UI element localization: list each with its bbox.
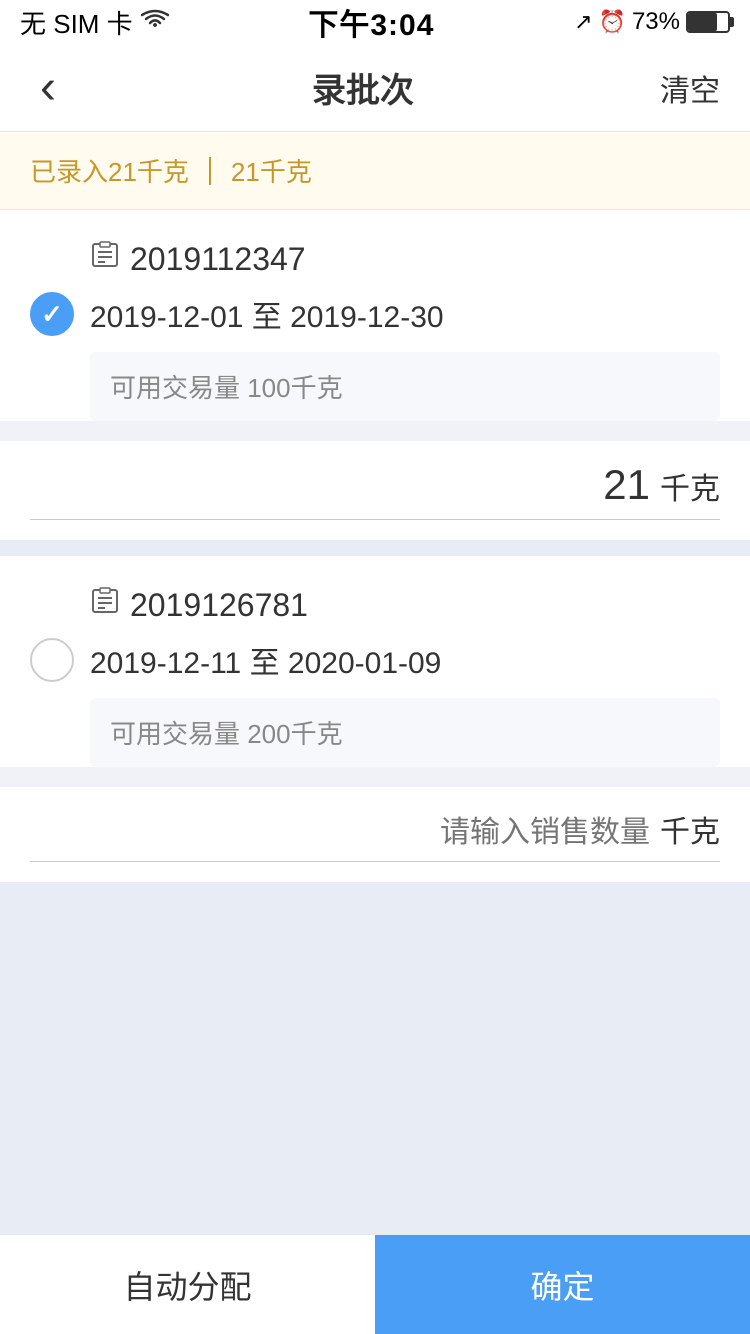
location-icon: ↗ [574, 9, 592, 35]
alarm-icon: ⏰ [599, 9, 626, 35]
back-button[interactable]: ‹ [30, 50, 66, 125]
auto-distribute-button[interactable]: 自动分配 [0, 1235, 375, 1334]
battery-icon [686, 11, 730, 33]
clear-button[interactable]: 清空 [660, 66, 720, 110]
status-left: 无 SIM 卡 [20, 4, 169, 41]
batch2-input-section: 千克 [0, 787, 750, 882]
status-bar: 无 SIM 卡 下午3:04 ↗ ⏰ 73% [0, 0, 750, 44]
status-right: ↗ ⏰ 73% [574, 8, 730, 36]
batch-item-2: 2019126781 2019-12-11 至 2020-01-09 可用交易量… [0, 556, 750, 767]
bottom-bar: 自动分配 确定 [0, 1234, 750, 1334]
recorded-label: 已录入21千克 [30, 152, 189, 189]
wifi-icon [141, 7, 169, 38]
batch2-avail-text: 可用交易量 200千克 [110, 719, 343, 749]
battery-percent: 73% [632, 8, 680, 36]
nav-bar: ‹ 录批次 清空 [0, 44, 750, 132]
batch1-id: 2019112347 [130, 241, 306, 278]
info-banner: 已录入21千克 21千克 [0, 132, 750, 210]
confirm-button[interactable]: 确定 [375, 1235, 750, 1334]
info-divider [209, 157, 211, 185]
batch2-qty-unit: 千克 [660, 807, 720, 851]
empty-area [0, 882, 750, 1282]
batch2-qty-input[interactable] [30, 816, 650, 850]
batch2-date-row[interactable]: 2019-12-11 至 2020-01-09 [30, 638, 720, 682]
batch1-date: 2019-12-01 至 2019-12-30 [90, 292, 444, 336]
batch1-amount-value: 21 [603, 461, 650, 509]
section-divider [0, 540, 750, 556]
batch2-radio[interactable] [30, 638, 74, 682]
batch-item-1: 2019112347 2019-12-01 至 2019-12-30 可用交易量… [0, 210, 750, 421]
no-sim-text: 无 SIM 卡 [20, 4, 133, 41]
batch1-date-row[interactable]: 2019-12-01 至 2019-12-30 [30, 292, 720, 336]
batch1-amount-row: 21 千克 [0, 441, 750, 509]
batch2-input-row[interactable]: 千克 [0, 787, 750, 851]
batch2-date: 2019-12-11 至 2020-01-09 [90, 638, 441, 682]
batch1-amount-section: 21 千克 [0, 441, 750, 540]
batch2-id-row: 2019126781 [30, 586, 720, 624]
batch2-id: 2019126781 [130, 587, 308, 624]
batch1-amount-unit: 千克 [660, 464, 720, 508]
recorded-value: 21千克 [231, 152, 312, 189]
batch2-avail: 可用交易量 200千克 [90, 698, 720, 767]
batch1-id-row: 2019112347 [30, 240, 720, 278]
batch1-radio[interactable] [30, 292, 74, 336]
batch1-icon [90, 240, 120, 278]
batch2-icon [90, 586, 120, 624]
status-time: 下午3:04 [308, 0, 434, 44]
page-title: 录批次 [312, 63, 414, 112]
batch1-avail-text: 可用交易量 100千克 [110, 373, 343, 403]
batch1-avail: 可用交易量 100千克 [90, 352, 720, 421]
